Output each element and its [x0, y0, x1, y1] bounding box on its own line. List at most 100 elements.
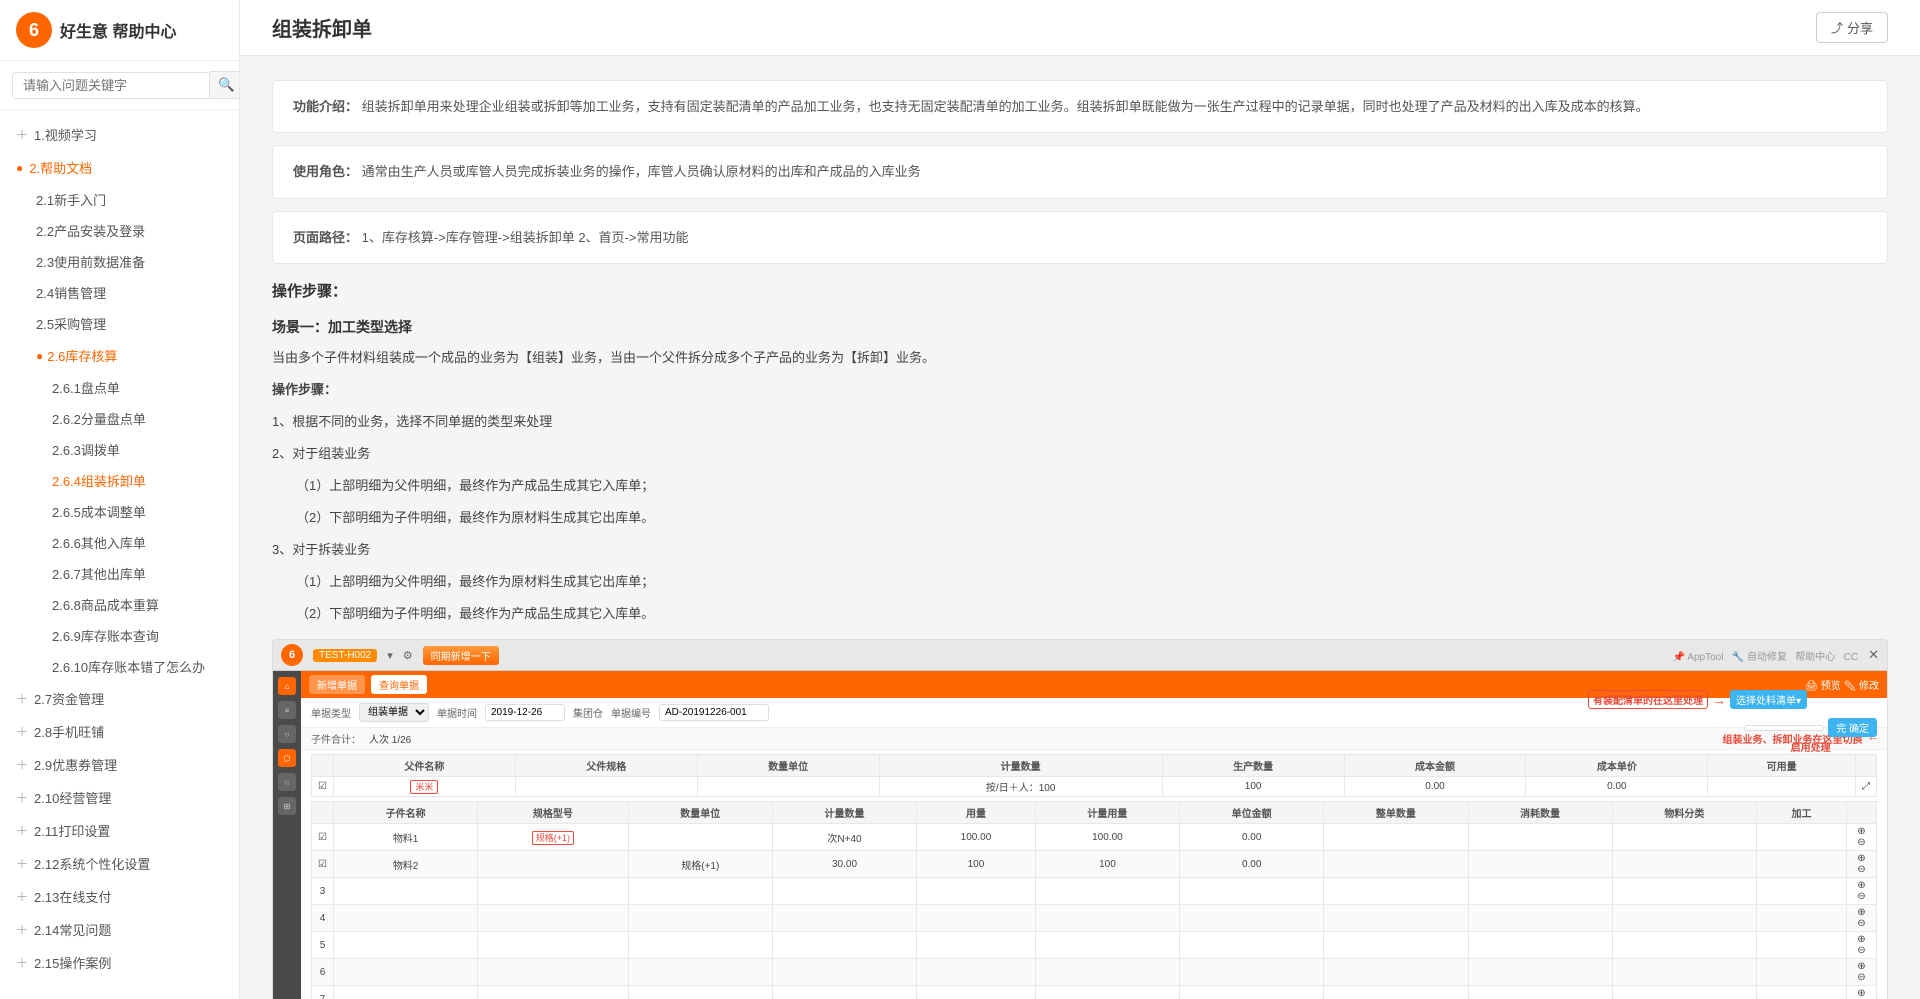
sidebar-item-2.6[interactable]: ● 2.6库存核算 [0, 339, 239, 372]
sidebar-item-docs[interactable]: ● 2.帮助文档 [0, 151, 239, 184]
sidebar-item-2.14-label: 2.14常见问题 [34, 920, 111, 939]
search-input[interactable] [12, 72, 210, 99]
sidebar-item-2.7[interactable]: ＋ 2.7资金管理 [0, 682, 239, 715]
search-button[interactable]: 🔍 [210, 71, 240, 99]
sidebar-header: 6 好生意 帮助中心 [0, 0, 239, 61]
sidebar-item-2.14[interactable]: ＋ 2.14常见问题 [0, 913, 239, 946]
sidebar-item-2.6.4[interactable]: 2.6.4组装拆卸单 [0, 465, 239, 496]
steps-title: 操作步骤： [272, 280, 1888, 301]
sidebar-item-2.1[interactable]: 2.1新手入门 [0, 184, 239, 215]
child-row2-name: 物料2 [333, 851, 477, 878]
parent-row1-checkbox[interactable]: ☑ [312, 777, 334, 797]
child-row1-calc: 次N+40 [772, 824, 916, 851]
share-button[interactable]: ⤴ 分享 [1816, 12, 1888, 43]
steps-label: 操作步骤： [272, 377, 1888, 403]
sidebar-item-2.6.6[interactable]: 2.6.6其他入库单 [0, 527, 239, 558]
th-action-top [1856, 755, 1877, 777]
path-label: 页面路径： [293, 230, 358, 245]
sidebar-item-2.6.9[interactable]: 2.6.9库存账本查询 [0, 620, 239, 651]
annotation-bom: 有装配清单的在这里处理 → 选择处料清单▾ [1588, 690, 1807, 709]
sidebar-item-2.4[interactable]: 2.4销售管理 [0, 277, 239, 308]
child-row1-action[interactable]: ⊕ ⊖ [1847, 824, 1877, 851]
child-row2-qty: 30.00 [772, 851, 916, 878]
th-parent-spec: 父件规格 [515, 755, 697, 777]
order-num-input[interactable] [659, 704, 769, 721]
role-label: 使用角色： [293, 164, 358, 179]
th-checkbox [312, 755, 334, 777]
sidebar-item-2.8[interactable]: ＋ 2.8手机旺铺 [0, 715, 239, 748]
bom-process-button[interactable]: 选择处料清单▾ [1730, 690, 1807, 709]
bottom-table-container: 子件名称 规格型号 数量单位 计量数量 用量 计量用量 单位金额 整单数量 消耗… [301, 797, 1887, 999]
child-row2-cu: 100 [1035, 851, 1179, 878]
sidebar-item-2.13[interactable]: ＋ 2.13在线支付 [0, 880, 239, 913]
annotation-enable: 完 确定 启用处理 [1744, 718, 1877, 754]
sidebar-item-2.2[interactable]: 2.2产品安装及登录 [0, 215, 239, 246]
role-block: 使用角色： 通常由生产人员或库管人员完成拆装业务的操作，库管人员确认原材料的出库… [272, 145, 1888, 198]
sidebar-item-2.6.8[interactable]: 2.6.8商品成本重算 [0, 589, 239, 620]
sidebar-item-2.6.7[interactable]: 2.6.7其他出库单 [0, 558, 239, 589]
sidebar-item-2.3[interactable]: 2.3使用前数据准备 [0, 246, 239, 277]
child-row7-action[interactable]: ⊕ ⊖ [1847, 986, 1877, 999]
sidebar-item-2.9[interactable]: ＋ 2.9优惠券管理 [0, 748, 239, 781]
child-row4-action[interactable]: ⊕ ⊖ [1847, 905, 1877, 932]
sidebar-item-2.6.1[interactable]: 2.6.1盘点单 [0, 372, 239, 403]
sidebar-item-2.6.10[interactable]: 2.6.10库存账本错了怎么办 [0, 651, 239, 682]
app-sidebar-icon5: ⊞ [278, 797, 296, 815]
plus-icon-2.13: ＋ [16, 888, 28, 905]
share-icon: ⤴ [1831, 19, 1843, 36]
app-topbar-links: 📌 AppTool 🔧 自动修复 帮助中心 CC [1673, 648, 1859, 663]
bth-usage: 用量 [917, 802, 1036, 824]
date-label: 单据时间 [437, 705, 477, 720]
child-row5-action[interactable]: ⊕ ⊖ [1847, 932, 1877, 959]
sidebar-item-2.6.2[interactable]: 2.6.2分量盘点单 [0, 403, 239, 434]
sidebar-item-2.13-label: 2.13在线支付 [34, 887, 111, 906]
child-row6-action[interactable]: ⊕ ⊖ [1847, 959, 1877, 986]
th-prod-qty: 生产数量 [1162, 755, 1344, 777]
date-input[interactable] [485, 704, 565, 721]
new-order-button[interactable]: 同期新增一下 [423, 646, 499, 665]
step3-2: （2）下部明细为子件明细，最终作为产成品生成其它入库单。 [296, 601, 1888, 627]
tab-new-order[interactable]: 新增单据 [309, 675, 365, 694]
top-table-container: 父件名称 父件规格 数量单位 计量数量 生产数量 成本金额 成本单价 可用量 [301, 750, 1887, 797]
child-row2-action[interactable]: ⊕ ⊖ [1847, 851, 1877, 878]
bth-child-name: 子件名称 [333, 802, 477, 824]
th-cost-amt: 成本金额 [1344, 755, 1526, 777]
sidebar-item-video[interactable]: ＋ 1.视频学习 [0, 118, 239, 151]
sidebar-item-2.12[interactable]: ＋ 2.12系统个性化设置 [0, 847, 239, 880]
sidebar-item-2.6.5[interactable]: 2.6.5成本调整单 [0, 496, 239, 527]
sidebar-item-docs-label: 2.帮助文档 [29, 158, 92, 177]
minus-icon-2.6: ● [36, 349, 43, 363]
app-sidebar-icon3: ⬡ [278, 749, 296, 767]
th-cost-unit: 成本单价 [1526, 755, 1708, 777]
bth-category: 物料分类 [1612, 802, 1756, 824]
step2-2: （2）下部明细为子件明细，最终作为原材料生成其它出库单。 [296, 505, 1888, 531]
parent-item-table: 父件名称 父件规格 数量单位 计量数量 生产数量 成本金额 成本单价 可用量 [311, 754, 1877, 797]
plus-icon-2.8: ＋ [16, 723, 28, 740]
sidebar-item-2.5[interactable]: 2.5采购管理 [0, 308, 239, 339]
child-row3-action[interactable]: ⊕ ⊖ [1847, 878, 1877, 905]
sidebar-item-2.11[interactable]: ＋ 2.11打印设置 [0, 814, 239, 847]
plus-icon-2.14: ＋ [16, 921, 28, 938]
child-row-7: 7⊕ ⊖ [312, 986, 1877, 999]
sidebar-item-2.15[interactable]: ＋ 2.15操作案例 [0, 946, 239, 979]
child-row1-cu: 100.00 [1035, 824, 1179, 851]
sidebar-item-2.6.3[interactable]: 2.6.3调拨单 [0, 434, 239, 465]
app-logo: 6 [281, 644, 303, 666]
child-item-table: 子件名称 规格型号 数量单位 计量数量 用量 计量用量 单位金额 整单数量 消耗… [311, 801, 1877, 999]
bth-calc-qty: 计量数量 [772, 802, 916, 824]
tab-query-order[interactable]: 查询单据 [371, 675, 427, 694]
parent-row1-action[interactable]: ⤢ [1856, 777, 1877, 797]
child-row2-usage: 100 [917, 851, 1036, 878]
search-bar: 🔍 [0, 61, 239, 110]
app-settings-icon: ⚙ [403, 649, 413, 662]
main-content: 组装拆卸单 ⤴ 分享 功能介绍： 组装拆卸单用来处理企业组装或拆卸等加工业务，支… [240, 0, 1920, 999]
logo-title: 好生意 帮助中心 [60, 18, 176, 42]
parent-row1-name: 米米 [333, 777, 515, 797]
subtotal-row: 子件合计： 人次 1/26 组装业务、拆卸业务在这里切换 ↓ [301, 728, 1887, 750]
parent-row1-ca: 0.00 [1344, 777, 1526, 797]
order-type-select[interactable]: 组装单据 拆卸单据 [359, 703, 429, 722]
feature-intro-label: 功能介绍： [293, 99, 358, 114]
sidebar-item-2.10[interactable]: ＋ 2.10经营管理 [0, 781, 239, 814]
share-label: 分享 [1847, 18, 1873, 37]
child-row2-ua: 0.00 [1180, 851, 1324, 878]
